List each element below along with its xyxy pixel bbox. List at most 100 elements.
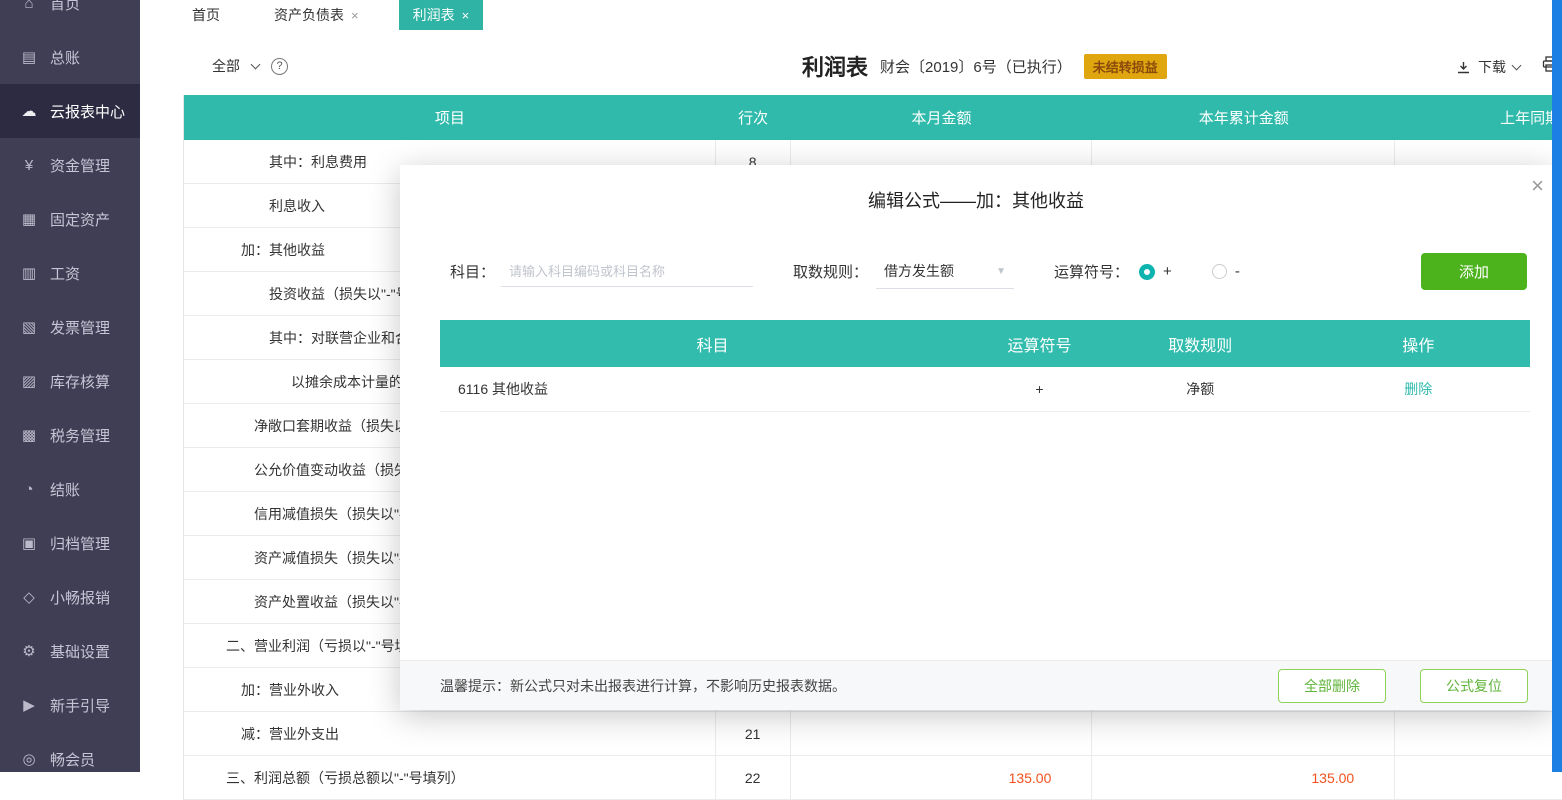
radio-selected-icon[interactable]: [1139, 264, 1155, 280]
formula-reset-button[interactable]: 公式复位: [1420, 669, 1528, 703]
sidebar-item-general-ledger[interactable]: ▤ 总账: [0, 30, 140, 84]
help-icon[interactable]: ?: [271, 58, 288, 75]
filter-label: 全部: [212, 56, 240, 76]
sidebar-item-label: 库存核算: [50, 371, 110, 392]
fixed-assets-icon: ▦: [20, 210, 38, 228]
status-badge: 未结转损益: [1084, 54, 1167, 79]
sidebar-item-label: 小畅报销: [50, 587, 110, 608]
sidebar-item-label: 基础设置: [50, 641, 110, 662]
sidebar-item-archive[interactable]: ▣ 归档管理: [0, 516, 140, 570]
tab-label: 首页: [192, 5, 220, 25]
formula-form: 科目： 取数规则： 借方发生额 ▼ 运算符号： + - 添加: [450, 253, 1527, 290]
sidebar-item-inventory[interactable]: ▨ 库存核算: [0, 354, 140, 408]
sidebar-item-membership[interactable]: ◎ 畅会员: [0, 732, 140, 772]
download-button[interactable]: 下载: [1456, 57, 1520, 77]
sidebar-item-invoice[interactable]: ▧ 发票管理: [0, 300, 140, 354]
sidebar-item-label: 税务管理: [50, 425, 110, 446]
column-header-item: 项目: [184, 95, 716, 140]
formula-table-row: 6116 其他收益 + 净额 删除: [440, 367, 1530, 412]
sidebar-item-label: 发票管理: [50, 317, 110, 338]
subject-cell: 6116 其他收益: [440, 367, 985, 411]
subject-label: 科目：: [450, 261, 495, 282]
sidebar-item-expense[interactable]: ◇ 小畅报销: [0, 570, 140, 624]
chevron-down-icon: [1512, 60, 1522, 70]
table-row[interactable]: 三、利润总额（亏损总额以"-"号填列） 22 135.00 135.00: [184, 756, 1562, 800]
edit-formula-dialog: 编辑公式——加：其他收益 × 科目： 取数规则： 借方发生额 ▼ 运算符号： +…: [400, 165, 1552, 710]
sidebar-item-label: 资金管理: [50, 155, 110, 176]
expense-icon: ◇: [20, 588, 38, 606]
cloud-report-icon: ☁: [20, 102, 38, 120]
operator-cell: +: [985, 367, 1094, 411]
column-header-month-amount: 本月金额: [791, 95, 1093, 140]
sidebar-item-funds[interactable]: ¥ 资金管理: [0, 138, 140, 192]
sidebar-menu: ⌂ 首页 ▤ 总账 ☁ 云报表中心 ¥ 资金管理 ▦ 固定资产 ▥ 工资 ▧ 发…: [0, 0, 140, 772]
operator-plus-radio[interactable]: +: [1139, 263, 1172, 280]
sidebar-item-label: 结账: [50, 479, 80, 500]
dialog-footer: 温馨提示：新公式只对未出报表进行计算，不影响历史报表数据。 全部删除 公式复位: [400, 660, 1552, 710]
column-header-prev-period: 上年同期金额: [1395, 95, 1562, 140]
close-icon[interactable]: ×: [462, 8, 470, 23]
rule-cell: 净额: [1094, 367, 1307, 411]
page-title: 利润表: [802, 50, 868, 82]
table-row[interactable]: 减：营业外支出 21: [184, 712, 1562, 756]
column-header-operator: 运算符号: [985, 320, 1094, 367]
right-edge-strip: [1552, 0, 1562, 772]
sidebar-item-label: 首页: [50, 0, 80, 14]
add-button[interactable]: 添加: [1421, 253, 1527, 290]
delete-link[interactable]: 删除: [1404, 379, 1432, 399]
sidebar-item-settings[interactable]: ⚙ 基础设置: [0, 624, 140, 678]
guide-icon: ▶: [20, 696, 38, 714]
tab-label: 资产负债表: [274, 5, 344, 25]
operator-plus-text: +: [1163, 263, 1172, 280]
sidebar-item-label: 总账: [50, 47, 80, 68]
close-icon[interactable]: ×: [1531, 175, 1544, 197]
operator-minus-text: -: [1235, 263, 1240, 280]
tab-home[interactable]: 首页: [178, 0, 234, 30]
column-header-line-no: 行次: [716, 95, 791, 140]
tax-icon: ▩: [20, 426, 38, 444]
tip-text: 温馨提示：新公式只对未出报表进行计算，不影响历史报表数据。: [440, 676, 846, 696]
close-icon[interactable]: ×: [351, 8, 359, 23]
column-header-subject: 科目: [440, 320, 985, 367]
formula-table-header: 科目 运算符号 取数规则 操作: [440, 320, 1530, 367]
chevron-down-icon: [251, 59, 261, 69]
sidebar-item-closing[interactable]: ◔ 结账: [0, 462, 140, 516]
download-label: 下载: [1478, 57, 1506, 77]
rule-select[interactable]: 借方发生额 ▼: [876, 254, 1014, 289]
sidebar-item-tax[interactable]: ▩ 税务管理: [0, 408, 140, 462]
delete-all-button[interactable]: 全部删除: [1278, 669, 1386, 703]
scope-filter-dropdown[interactable]: 全部 ?: [212, 56, 288, 76]
report-subtitle: 财会〔2019〕6号（已执行）: [880, 56, 1072, 77]
sidebar: ⌂ 首页 ▤ 总账 ☁ 云报表中心 ¥ 资金管理 ▦ 固定资产 ▥ 工资 ▧ 发…: [0, 0, 140, 772]
membership-icon: ◎: [20, 750, 38, 768]
sidebar-item-cloud-report-center[interactable]: ☁ 云报表中心: [0, 84, 140, 138]
archive-icon: ▣: [20, 534, 38, 552]
sidebar-item-label: 归档管理: [50, 533, 110, 554]
column-header-rule: 取数规则: [1094, 320, 1307, 367]
radio-unselected-icon[interactable]: [1212, 264, 1227, 279]
rule-label: 取数规则：: [793, 261, 868, 282]
sidebar-item-guide[interactable]: ▶ 新手引导: [0, 678, 140, 732]
sidebar-item-label: 畅会员: [50, 749, 95, 770]
inventory-icon: ▨: [20, 372, 38, 390]
tab-income-statement[interactable]: 利润表 ×: [399, 0, 484, 30]
invoice-icon: ▧: [20, 318, 38, 336]
tab-balance-sheet[interactable]: 资产负债表 ×: [260, 0, 373, 30]
gear-icon: ⚙: [20, 642, 38, 660]
sidebar-item-home[interactable]: ⌂ 首页: [0, 0, 140, 30]
report-toolbar: 全部 ? 利润表 财会〔2019〕6号（已执行） 未结转损益 下载: [140, 30, 1562, 95]
tab-bar: 首页 资产负债表 × 利润表 ×: [140, 0, 1562, 30]
report-title-group: 利润表 财会〔2019〕6号（已执行） 未结转损益: [802, 50, 1167, 82]
operator-minus-radio[interactable]: -: [1212, 263, 1240, 280]
rule-selected-value: 借方发生额: [884, 261, 954, 281]
table-header-row: 项目 行次 本月金额 本年累计金额 上年同期金额: [184, 95, 1562, 140]
sidebar-item-label: 新手引导: [50, 695, 110, 716]
funds-icon: ¥: [20, 157, 38, 174]
ledger-icon: ▤: [20, 48, 38, 66]
sidebar-item-fixed-assets[interactable]: ▦ 固定资产: [0, 192, 140, 246]
sidebar-item-label: 云报表中心: [50, 101, 125, 122]
download-icon: [1456, 60, 1471, 75]
subject-input[interactable]: [501, 257, 753, 287]
dialog-title: 编辑公式——加：其他收益: [400, 187, 1552, 213]
sidebar-item-payroll[interactable]: ▥ 工资: [0, 246, 140, 300]
